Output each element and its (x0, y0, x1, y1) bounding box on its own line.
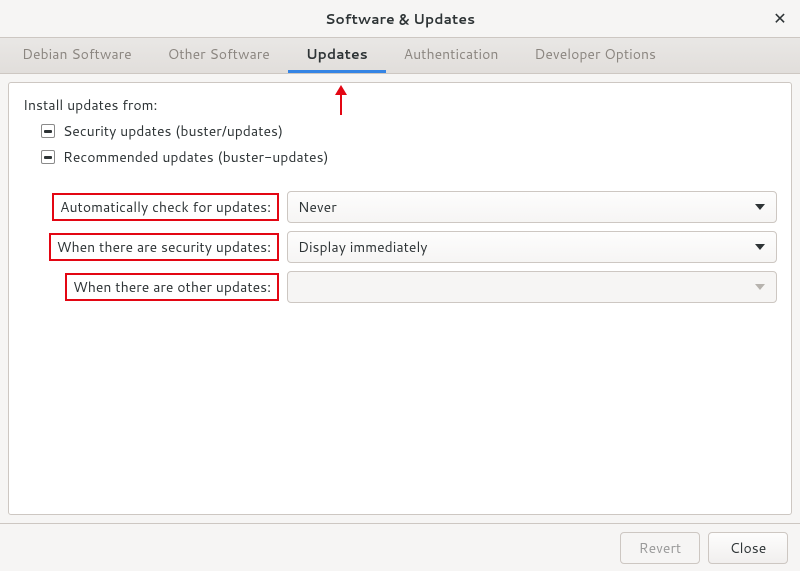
setting-label-wrap: Automatically check for updates: (23, 191, 279, 223)
setting-row-auto-check: Automatically check for updates: Never (23, 191, 777, 223)
window-title: Software & Updates (325, 9, 475, 29)
check-row-recommended[interactable]: Recommended updates (buster-updates) (41, 147, 777, 167)
install-from-label: Install updates from: (23, 95, 777, 115)
tab-label: Other Software (168, 44, 270, 64)
setting-row-other-updates: When there are other updates: (23, 271, 777, 303)
content-panel: Install updates from: Security updates (… (8, 82, 792, 515)
combo-value: Never (298, 197, 337, 217)
checkbox-indeterminate-icon[interactable] (41, 124, 55, 138)
revert-button: Revert (620, 532, 700, 564)
chevron-down-icon (754, 281, 766, 293)
button-label: Revert (639, 538, 681, 558)
footer-bar: Revert Close (0, 523, 800, 571)
tab-authentication[interactable]: Authentication (386, 38, 517, 73)
tab-label: Debian Software (22, 44, 132, 64)
window-root: Software & Updates ✕ Debian Software Oth… (0, 0, 800, 571)
tab-debian-software[interactable]: Debian Software (4, 38, 150, 73)
tab-label: Updates (306, 44, 368, 64)
setting-label: Automatically check for updates: (52, 193, 279, 222)
chevron-down-icon (754, 201, 766, 213)
combo-value: Display immediately (298, 237, 428, 257)
tab-developer-options[interactable]: Developer Options (516, 38, 674, 73)
setting-row-security-updates: When there are security updates: Display… (23, 231, 777, 263)
combo-auto-check[interactable]: Never (287, 191, 777, 223)
tab-other-software[interactable]: Other Software (150, 38, 288, 73)
titlebar: Software & Updates ✕ (0, 0, 800, 38)
tab-updates[interactable]: Updates (288, 38, 386, 73)
checkbox-indeterminate-icon[interactable] (41, 150, 55, 164)
button-label: Close (730, 538, 767, 558)
chevron-down-icon (754, 241, 766, 253)
check-label: Recommended updates (buster-updates) (63, 147, 329, 167)
combo-security-updates[interactable]: Display immediately (287, 231, 777, 263)
check-label: Security updates (buster/updates) (63, 121, 283, 141)
setting-label: When there are security updates: (49, 233, 279, 262)
setting-label: When there are other updates: (65, 273, 279, 302)
close-icon[interactable]: ✕ (770, 9, 790, 29)
setting-label-wrap: When there are other updates: (23, 271, 279, 303)
tab-label: Authentication (404, 44, 499, 64)
combo-other-updates (287, 271, 777, 303)
setting-label-wrap: When there are security updates: (23, 231, 279, 263)
settings-grid: Automatically check for updates: Never W… (23, 191, 777, 303)
tab-bar: Debian Software Other Software Updates A… (0, 38, 800, 74)
tab-label: Developer Options (534, 44, 656, 64)
check-row-security[interactable]: Security updates (buster/updates) (41, 121, 777, 141)
close-button[interactable]: Close (708, 532, 788, 564)
